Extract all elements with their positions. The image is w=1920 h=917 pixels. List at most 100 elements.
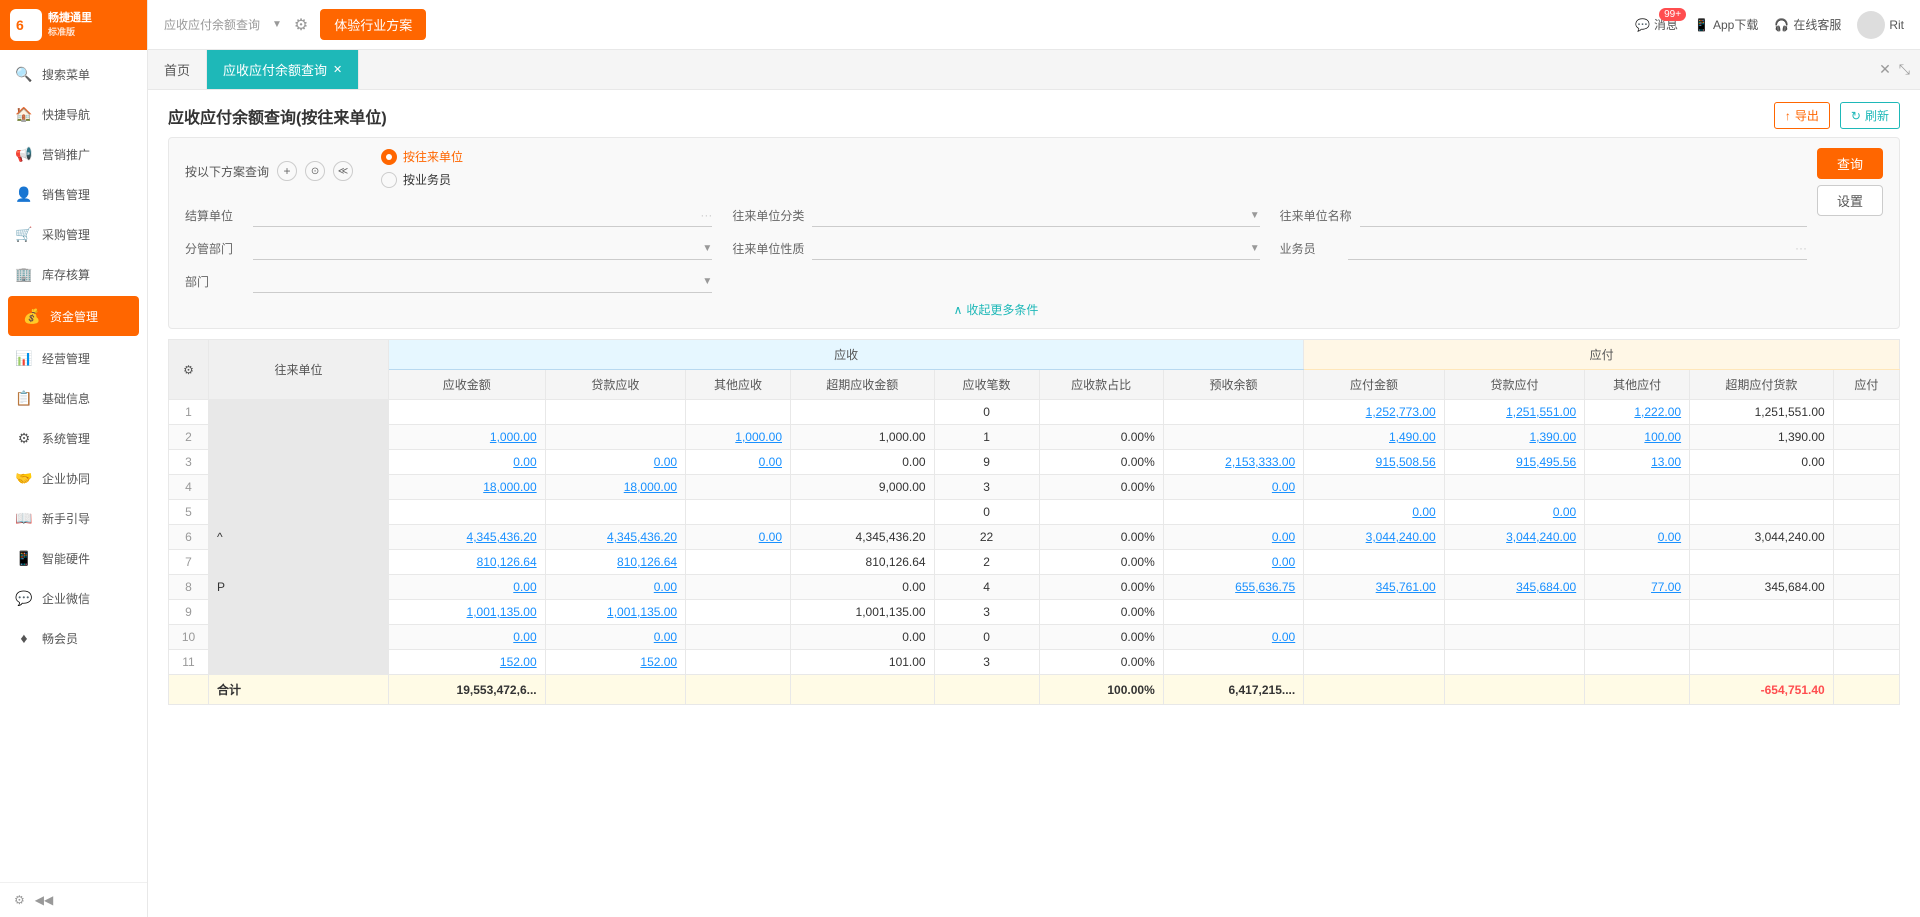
row-unit [209,475,389,500]
export-button[interactable]: ↑ 导出 [1774,102,1830,129]
row-ar-count: 3 [934,650,1039,675]
row-ar-ratio [1039,400,1163,425]
settlement-unit-dots[interactable]: ··· [700,208,712,222]
row-ar-overdue: 0.00 [791,450,935,475]
tab-ar-ap[interactable]: 应收应付余额查询 ✕ [207,50,359,89]
solution-btn[interactable]: 体验行业方案 [320,9,426,40]
sidebar-item-system[interactable]: ⚙系统管理 [0,418,147,458]
department-arrow[interactable]: ▼ [702,276,712,287]
row-ar-count: 22 [934,525,1039,550]
tab-home[interactable]: 首页 [148,50,207,89]
row-ap-last [1833,550,1899,575]
sidebar-item-quick-nav[interactable]: 🏠快捷导航 [0,94,147,134]
enterprise-icon: 🤝 [14,468,34,488]
scheme-by-salesman[interactable]: 按业务员 [381,171,463,188]
row-ar-count: 0 [934,400,1039,425]
department-input[interactable] [253,270,702,292]
sidebar-item-marketing[interactable]: 📢营销推广 [0,134,147,174]
sidebar-item-hardware[interactable]: 📱智能硬件 [0,538,147,578]
unit-category-arrow[interactable]: ▼ [1250,210,1260,221]
settlement-unit-input[interactable] [253,204,700,226]
filter-collapse-left[interactable]: ≪ [333,161,353,181]
user-avatar-item[interactable]: Rit [1857,11,1904,39]
unit-category-input[interactable] [812,204,1249,226]
collapse-button[interactable]: ∧ 收起更多条件 [185,301,1807,318]
unit-category-label: 往来单位分类 [732,207,804,224]
row-no: 3 [169,450,209,475]
row-ar-ratio: 0.00% [1039,550,1163,575]
sidebar-item-finance[interactable]: 💰资金管理 [8,296,139,336]
sidebar: 6 畅捷通里 标准版 🔍搜索菜单🏠快捷导航📢营销推广👤销售管理🛒采购管理🏢库存核… [0,0,148,917]
row-ar-loan: 18,000.00 [545,475,685,500]
table-row: 7 810,126.64 810,126.64 810,126.64 2 0.0… [169,550,1900,575]
row-unit [209,500,389,525]
sidebar-item-sales[interactable]: 👤销售管理 [0,174,147,214]
row-ap-loan: 0.00 [1444,500,1584,525]
sidebar-item-operations[interactable]: 📊经营管理 [0,338,147,378]
footer-ar-loan [545,675,685,705]
filter-add-button[interactable]: + [277,161,297,181]
tab-close-all-icon[interactable]: ✕ [1879,61,1891,78]
sidebar-item-inventory[interactable]: 🏢库存核算 [0,254,147,294]
breadcrumb-chevron[interactable]: ▼ [272,19,282,30]
tab-close-icon[interactable]: ✕ [333,63,342,76]
refresh-button[interactable]: ↻ 刷新 [1840,102,1900,129]
footer-ap-overdue: -654,751.40 [1690,675,1834,705]
sidebar-item-purchase[interactable]: 🛒采购管理 [0,214,147,254]
setting-button[interactable]: 设置 [1817,185,1883,216]
scheme-by-unit[interactable]: 按往来单位 [381,148,463,165]
row-ar-amount [389,500,546,525]
row-ap-amount: 915,508.56 [1304,450,1444,475]
sidebar-item-member[interactable]: ♦畅会员 [0,618,147,658]
message-item[interactable]: 💬 消息 99+ [1635,16,1678,33]
unit-nature-input[interactable] [812,237,1249,259]
filter-config-button[interactable]: ⊙ [305,161,325,181]
data-table-section: ⚙ 往来单位 应收 应付 应收金额 贷款应收 其他应收 超期应收金额 应收笔数 … [168,339,1900,917]
row-ap-amount [1304,600,1444,625]
dept-input[interactable] [253,237,702,259]
settings-icon[interactable]: ⚙ [14,893,25,907]
table-row: 8 P 0.00 0.00 0.00 4 0.00% 655,636.75 34… [169,575,1900,600]
topbar-gear-icon[interactable]: ⚙ [294,15,308,35]
row-ap-amount: 3,044,240.00 [1304,525,1444,550]
filter-settlement-unit: 结算单位 ··· [185,204,712,227]
tab-home-label: 首页 [164,60,190,79]
tab-fullscreen-icon[interactable]: ⤡ [1899,61,1910,78]
user-avatar [1857,11,1885,39]
sidebar-item-wechat[interactable]: 💬企业微信 [0,578,147,618]
quick-nav-icon: 🏠 [14,104,34,124]
row-no: 1 [169,400,209,425]
unit-nature-arrow[interactable]: ▼ [1250,243,1260,254]
page-title: 应收应付余额查询(按往来单位) [168,104,387,128]
sidebar-item-enterprise[interactable]: 🤝企业协同 [0,458,147,498]
row-pre-balance [1163,425,1303,450]
sidebar-item-guide[interactable]: 📖新手引导 [0,498,147,538]
col-settings[interactable]: ⚙ [169,340,209,400]
row-no: 5 [169,500,209,525]
col-ar-other: 其他应收 [686,370,791,400]
app-download-item[interactable]: 📱 App下载 [1694,16,1758,33]
footer-ar-overdue [791,675,935,705]
row-no: 7 [169,550,209,575]
row-ap-loan: 345,684.00 [1444,575,1584,600]
row-ar-loan [545,425,685,450]
row-no: 9 [169,600,209,625]
sidebar-item-search[interactable]: 🔍搜索菜单 [0,54,147,94]
svg-text:6: 6 [16,17,24,33]
online-service-item[interactable]: 🎧 在线客服 [1774,16,1841,33]
row-ap-amount [1304,650,1444,675]
row-ap-loan: 915,495.56 [1444,450,1584,475]
row-ar-overdue: 0.00 [791,575,935,600]
dept-arrow[interactable]: ▼ [702,243,712,254]
row-ar-amount: 0.00 [389,450,546,475]
salesman-input[interactable] [1348,237,1795,259]
col-ar-count: 应收笔数 [934,370,1039,400]
collapse-icon[interactable]: ◀◀ [35,893,53,907]
query-button[interactable]: 查询 [1817,148,1883,179]
row-ap-last [1833,625,1899,650]
sidebar-item-base[interactable]: 📋基础信息 [0,378,147,418]
row-ap-other: 13.00 [1585,450,1690,475]
unit-name-input[interactable] [1360,204,1807,227]
salesman-dots[interactable]: ··· [1795,241,1807,255]
tab-ar-ap-label: 应收应付余额查询 [223,60,327,79]
